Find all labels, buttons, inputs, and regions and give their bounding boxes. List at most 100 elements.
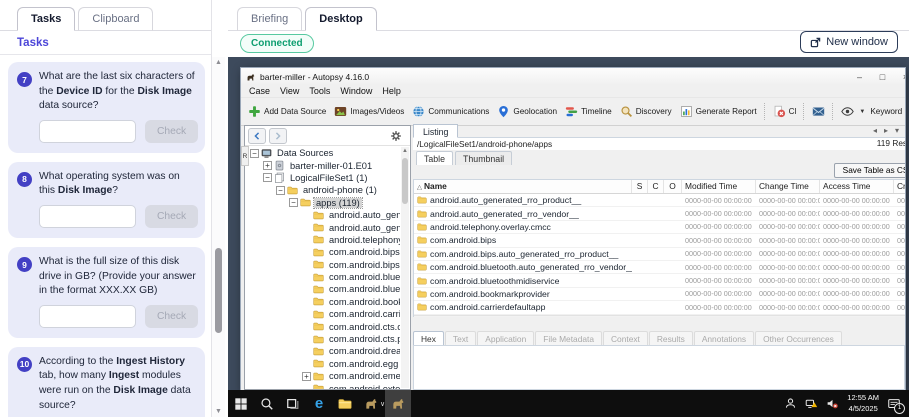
close-icon[interactable]: × <box>894 72 905 82</box>
timeline-button[interactable]: Timeline <box>561 103 616 120</box>
menu-window[interactable]: Window <box>335 86 377 96</box>
tree-item[interactable]: com.android.cts.ctsshim (1) <box>247 320 400 332</box>
tree-item[interactable]: com.android.carrierdefaultapp <box>247 308 400 320</box>
network-warning-button[interactable] <box>805 397 818 410</box>
scroll-down-icon[interactable]: ▼ <box>212 408 225 415</box>
column-header-change-time[interactable]: Change Time <box>756 180 820 193</box>
collapsed-panel-tab[interactable]: R <box>241 146 249 166</box>
tab-briefing[interactable]: Briefing <box>237 7 303 31</box>
edge-button[interactable]: e <box>306 390 332 417</box>
table-row[interactable]: com.android.bluetooth.auto_generated_rro… <box>414 261 905 275</box>
table-row[interactable]: com.android.bluetoothmidiservice 0000-00-… <box>414 274 905 288</box>
tree-item[interactable]: com.android.externalstorage <box>247 382 400 389</box>
column-header-access-time[interactable]: Access Time <box>820 180 894 193</box>
table-row[interactable]: com.android.bips 0000-00-00 00:00:00 0000-… <box>414 234 905 248</box>
tree-item[interactable]: + barter-miller-01.E01 <box>247 159 400 171</box>
task-view-button[interactable] <box>280 390 306 417</box>
answer-input[interactable] <box>39 304 136 328</box>
images-videos-button[interactable]: Images/Videos <box>330 103 408 120</box>
column-header-created-time[interactable]: Created Time <box>894 180 905 193</box>
tree-item[interactable]: − Data Sources <box>247 147 400 159</box>
tree-item[interactable]: − apps (119) <box>247 196 400 209</box>
view-tab-table[interactable]: Table <box>416 151 454 165</box>
scrollbar-thumb[interactable] <box>215 248 222 333</box>
content-tab-hex[interactable]: Hex <box>413 331 444 345</box>
content-tab-annotations[interactable]: Annotations <box>693 331 755 345</box>
tree-item[interactable]: com.android.dreams.basic (1) <box>247 345 400 357</box>
remote-desktop-viewport[interactable]: barter-miller - Autopsy 4.16.0 – □ × Cas… <box>228 57 909 417</box>
collapse-icon[interactable]: − <box>263 173 272 183</box>
taskbar-clock[interactable]: 12:55 AM 4/5/2025 <box>847 393 879 413</box>
geolocation-button[interactable]: Geolocation <box>493 103 561 120</box>
horizontal-scrollbar[interactable]: ◀ <box>414 314 905 317</box>
tab-clipboard[interactable]: Clipboard <box>78 7 154 31</box>
gear-icon[interactable] <box>388 129 404 143</box>
table-row[interactable]: android.auto_generated_rro_product__ 0000… <box>414 194 905 208</box>
maximize-icon[interactable]: □ <box>871 72 894 82</box>
tree-item[interactable]: android.auto_generated_rro_product__ <box>247 209 400 221</box>
new-window-button[interactable]: New window <box>800 31 898 53</box>
tree-item[interactable]: android.auto_generated_rro_vendor__ <box>247 221 400 233</box>
tab-desktop[interactable]: Desktop <box>305 7 377 31</box>
column-header-o[interactable]: O <box>664 180 682 193</box>
back-button[interactable] <box>248 127 266 144</box>
left-scrollbar[interactable]: ▲ ▼ <box>212 57 225 417</box>
content-tab-text[interactable]: Text <box>444 331 477 345</box>
autopsy-active-button[interactable] <box>385 390 412 417</box>
collapse-icon[interactable]: − <box>276 185 285 195</box>
column-header-modified-time[interactable]: Modified Time <box>682 180 756 193</box>
menu-tools[interactable]: Tools <box>304 86 335 96</box>
menu-view[interactable]: View <box>275 86 304 96</box>
listing-tab[interactable]: Listing <box>413 124 459 138</box>
dock-right-icon[interactable]: ▸ <box>884 126 888 135</box>
discovery-button[interactable]: Discovery <box>616 103 676 120</box>
tree-item[interactable]: com.android.bluetoothmidiservice <box>247 283 400 295</box>
expand-icon[interactable]: + <box>263 161 272 171</box>
tree-item[interactable]: com.android.bookmarkprovider <box>247 296 400 308</box>
tree-item[interactable]: + com.android.emergency (2) <box>247 370 400 382</box>
tree-item[interactable]: com.android.bips.auto_generated_rro_prod… <box>247 259 400 271</box>
collapse-icon[interactable]: − <box>250 148 259 158</box>
column-header-name[interactable]: △ Name <box>414 180 632 193</box>
collapse-icon[interactable]: − <box>289 198 298 208</box>
dock-left-icon[interactable]: ◂ <box>873 126 877 135</box>
expand-icon[interactable]: + <box>302 371 311 381</box>
menu-case[interactable]: Case <box>244 86 275 96</box>
content-tab-other-occurrences[interactable]: Other Occurrences <box>755 331 842 345</box>
content-tab-application[interactable]: Application <box>477 331 535 345</box>
tree-scrollbar-thumb[interactable] <box>402 158 408 204</box>
menu-help[interactable]: Help <box>377 86 406 96</box>
tree-item[interactable]: com.android.egg (1) <box>247 358 400 370</box>
table-row[interactable]: com.android.bips.auto_generated_rro_prod… <box>414 248 905 261</box>
notification-center-button[interactable]: 1 <box>887 397 905 414</box>
column-header-s[interactable]: S <box>632 180 648 193</box>
tree-scroll-up-icon[interactable]: ▲ <box>401 148 409 154</box>
scroll-up-icon[interactable]: ▲ <box>212 59 225 66</box>
table-row[interactable]: com.android.carrierdefaultapp 0000-00-00 … <box>414 301 905 315</box>
content-tab-context[interactable]: Context <box>603 331 648 345</box>
check-button[interactable]: Check <box>145 304 199 328</box>
check-button[interactable]: Check <box>145 205 199 229</box>
window-titlebar[interactable]: barter-miller - Autopsy 4.16.0 – □ × <box>241 68 905 84</box>
tree-scrollbar[interactable]: ▲ <box>401 147 409 388</box>
check-button[interactable]: Check <box>145 119 199 143</box>
keyword-lists-button[interactable]: ▼Keyword Lists <box>837 103 905 120</box>
view-tab-thumbnail[interactable]: Thumbnail <box>455 151 513 165</box>
file-explorer-button[interactable] <box>332 390 358 417</box>
start-button[interactable] <box>228 390 254 417</box>
tree-item[interactable]: − android-phone (1) <box>247 184 400 196</box>
scroll-left-icon[interactable]: ◀ <box>416 316 421 317</box>
tree-item[interactable]: com.android.bluetooth.auto_generated_rro… <box>247 271 400 283</box>
volume-muted-button[interactable] <box>826 397 839 410</box>
taskbar-search-button[interactable] <box>254 390 280 417</box>
content-tab-file-metadata[interactable]: File Metadata <box>535 331 602 345</box>
content-tab-results[interactable]: Results <box>648 331 693 345</box>
answer-input[interactable] <box>39 205 136 229</box>
forward-button[interactable] <box>269 127 287 144</box>
people-button[interactable] <box>784 397 797 410</box>
float-panel-icon[interactable]: ▾ <box>895 126 899 135</box>
tree-item[interactable]: − LogicalFileSet1 (1) <box>247 172 400 184</box>
cl-button[interactable]: Cl <box>769 103 801 120</box>
table-row[interactable]: com.android.bookmarkprovider 0000-00-00 0… <box>414 288 905 302</box>
add-data-source-button[interactable]: Add Data Source <box>244 103 330 120</box>
